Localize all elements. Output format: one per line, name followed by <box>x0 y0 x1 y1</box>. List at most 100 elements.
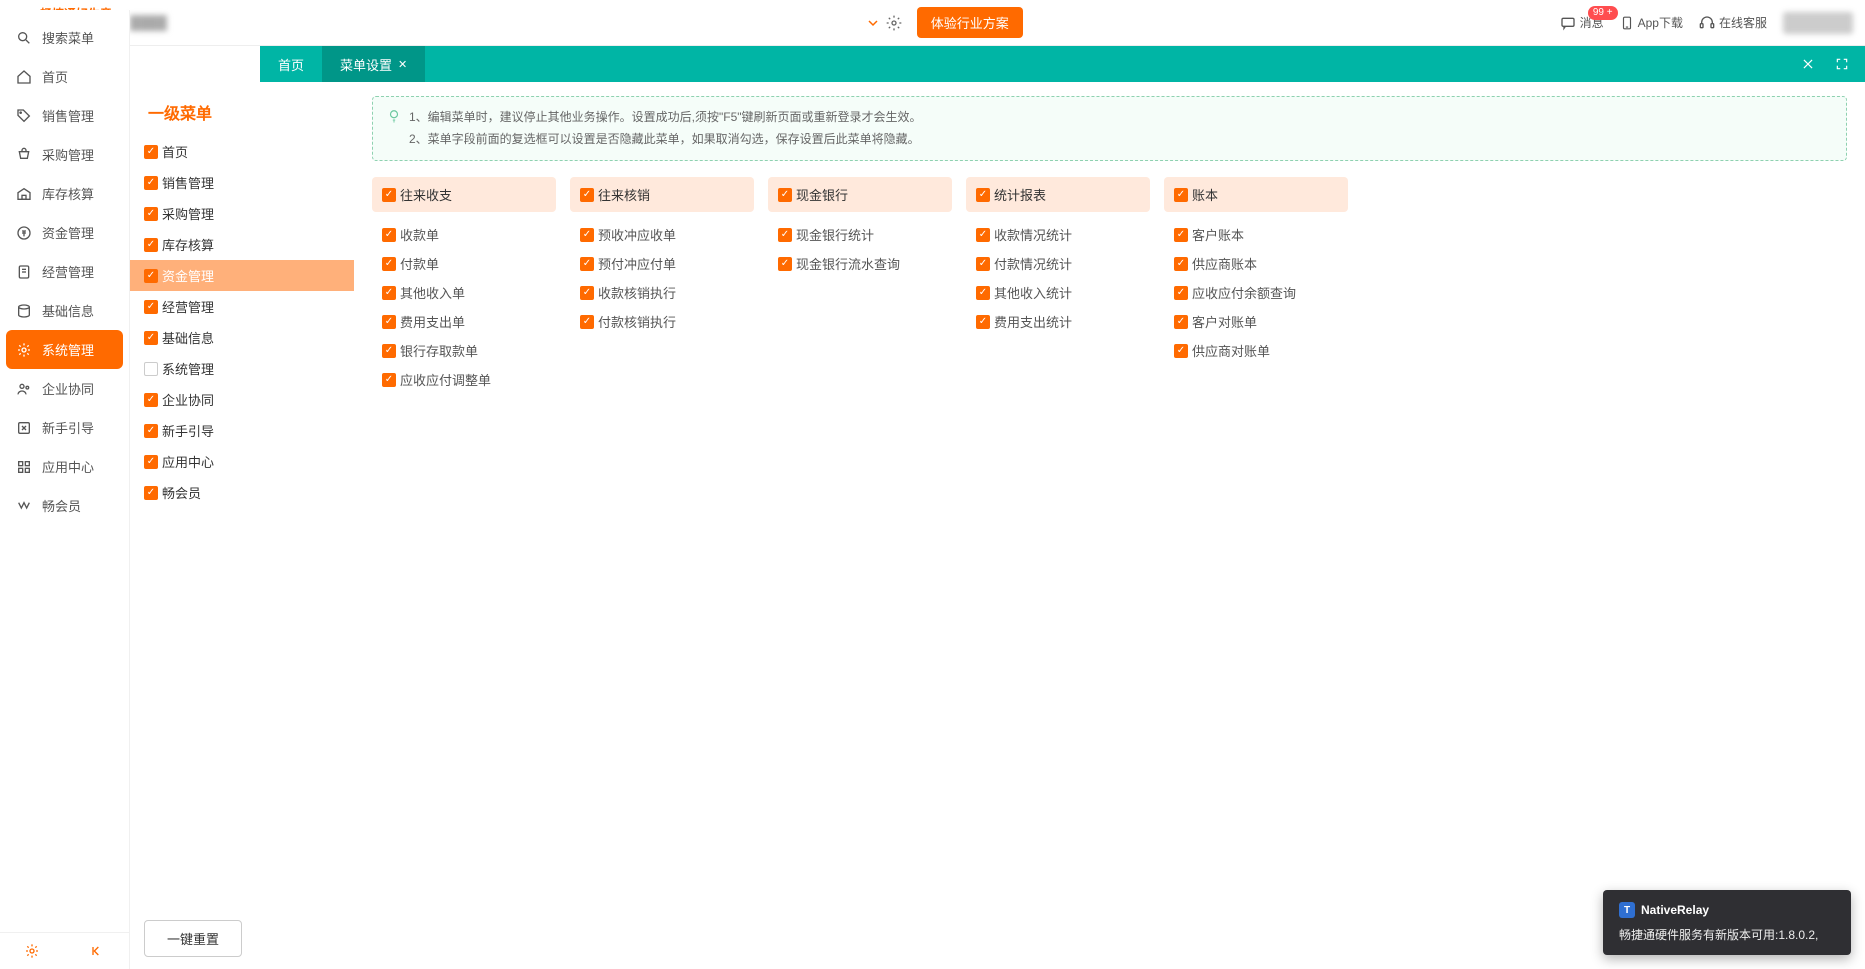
group-item[interactable]: ✓收款单 <box>376 220 552 249</box>
checkbox-icon[interactable]: ✓ <box>144 238 158 252</box>
checkbox-icon[interactable]: ✓ <box>778 228 792 242</box>
group-item[interactable]: ✓其他收入单 <box>376 278 552 307</box>
checkbox-icon[interactable]: ✓ <box>580 286 594 300</box>
checkbox-icon[interactable]: ✓ <box>580 315 594 329</box>
checkbox-icon[interactable]: ✓ <box>778 257 792 271</box>
checkbox-icon[interactable]: ✓ <box>144 486 158 500</box>
group-item[interactable]: ✓现金银行流水查询 <box>772 249 948 278</box>
group-item[interactable]: ✓现金银行统计 <box>772 220 948 249</box>
group-item[interactable]: ✓其他收入统计 <box>970 278 1146 307</box>
checkbox-icon[interactable]: ✓ <box>382 286 396 300</box>
checkbox-icon[interactable]: ✓ <box>144 362 158 376</box>
nav-collab[interactable]: 企业协同 <box>0 369 129 408</box>
group-item[interactable]: ✓收款核销执行 <box>574 278 750 307</box>
nav-member[interactable]: 畅会员 <box>0 486 129 525</box>
checkbox-icon[interactable]: ✓ <box>1174 315 1188 329</box>
user-avatar[interactable] <box>1783 12 1853 34</box>
nav-inventory[interactable]: 库存核算 <box>0 174 129 213</box>
level1-item[interactable]: ✓首页 <box>130 136 354 167</box>
level1-item[interactable]: ✓系统管理 <box>130 353 354 384</box>
nav-home[interactable]: 首页 <box>0 57 129 96</box>
checkbox-icon[interactable]: ✓ <box>382 315 396 329</box>
checkbox-icon[interactable]: ✓ <box>382 257 396 271</box>
reset-button[interactable]: 一键重置 <box>144 920 242 957</box>
group-item[interactable]: ✓客户账本 <box>1168 220 1344 249</box>
tab-home[interactable]: 首页 <box>260 46 322 82</box>
level1-item[interactable]: ✓销售管理 <box>130 167 354 198</box>
nav-guide[interactable]: 新手引导 <box>0 408 129 447</box>
chevron-down-icon[interactable] <box>867 17 879 29</box>
checkbox-icon[interactable]: ✓ <box>976 228 990 242</box>
close-all-tabs-button[interactable] <box>1795 51 1821 77</box>
group-header[interactable]: ✓统计报表 <box>966 177 1150 212</box>
checkbox-icon[interactable]: ✓ <box>976 188 990 202</box>
experience-plan-button[interactable]: 体验行业方案 <box>917 7 1023 38</box>
group-item[interactable]: ✓预收冲应收单 <box>574 220 750 249</box>
checkbox-icon[interactable]: ✓ <box>382 373 396 387</box>
group-item[interactable]: ✓应收应付余额查询 <box>1168 278 1344 307</box>
group-item[interactable]: ✓预付冲应付单 <box>574 249 750 278</box>
org-selector[interactable]: ████ <box>130 15 330 30</box>
group-header[interactable]: ✓往来核销 <box>570 177 754 212</box>
checkbox-icon[interactable]: ✓ <box>144 145 158 159</box>
app-download-button[interactable]: App下载 <box>1620 14 1683 31</box>
group-item[interactable]: ✓供应商对账单 <box>1168 336 1344 365</box>
group-item[interactable]: ✓费用支出统计 <box>970 307 1146 336</box>
checkbox-icon[interactable]: ✓ <box>778 188 792 202</box>
checkbox-icon[interactable]: ✓ <box>1174 286 1188 300</box>
level1-item[interactable]: ✓基础信息 <box>130 322 354 353</box>
checkbox-icon[interactable]: ✓ <box>1174 228 1188 242</box>
checkbox-icon[interactable]: ✓ <box>1174 257 1188 271</box>
update-toast[interactable]: T NativeRelay 畅捷通硬件服务有新版本可用:1.8.0.2, <box>1603 890 1851 955</box>
level1-item[interactable]: ✓应用中心 <box>130 446 354 477</box>
checkbox-icon[interactable]: ✓ <box>976 286 990 300</box>
group-item[interactable]: ✓付款情况统计 <box>970 249 1146 278</box>
tab-menu-settings[interactable]: 菜单设置 ✕ <box>322 46 425 82</box>
checkbox-icon[interactable]: ✓ <box>144 331 158 345</box>
checkbox-icon[interactable]: ✓ <box>144 424 158 438</box>
nav-basic-info[interactable]: 基础信息 <box>0 291 129 330</box>
level1-item[interactable]: ✓经营管理 <box>130 291 354 322</box>
checkbox-icon[interactable]: ✓ <box>1174 344 1188 358</box>
checkbox-icon[interactable]: ✓ <box>144 300 158 314</box>
level1-item[interactable]: ✓畅会员 <box>130 477 354 508</box>
group-item[interactable]: ✓供应商账本 <box>1168 249 1344 278</box>
level1-item[interactable]: ✓采购管理 <box>130 198 354 229</box>
group-item[interactable]: ✓付款核销执行 <box>574 307 750 336</box>
group-item[interactable]: ✓应收应付调整单 <box>376 365 552 394</box>
checkbox-icon[interactable]: ✓ <box>580 188 594 202</box>
checkbox-icon[interactable]: ✓ <box>580 228 594 242</box>
group-item[interactable]: ✓收款情况统计 <box>970 220 1146 249</box>
nav-sales[interactable]: 销售管理 <box>0 96 129 135</box>
settings-gear-button[interactable] <box>879 8 909 38</box>
checkbox-icon[interactable]: ✓ <box>382 188 396 202</box>
checkbox-icon[interactable]: ✓ <box>144 269 158 283</box>
level1-item[interactable]: ✓资金管理 <box>130 260 354 291</box>
checkbox-icon[interactable]: ✓ <box>976 315 990 329</box>
checkbox-icon[interactable]: ✓ <box>144 455 158 469</box>
checkbox-icon[interactable]: ✓ <box>144 393 158 407</box>
group-header[interactable]: ✓现金银行 <box>768 177 952 212</box>
level1-item[interactable]: ✓新手引导 <box>130 415 354 446</box>
footer-collapse-button[interactable] <box>65 933 130 969</box>
fullscreen-button[interactable] <box>1829 51 1855 77</box>
group-item[interactable]: ✓客户对账单 <box>1168 307 1344 336</box>
nav-app-center[interactable]: 应用中心 <box>0 447 129 486</box>
messages-button[interactable]: 消息 99 + <box>1560 14 1604 31</box>
level1-item[interactable]: ✓库存核算 <box>130 229 354 260</box>
group-item[interactable]: ✓银行存取款单 <box>376 336 552 365</box>
nav-system[interactable]: 系统管理 <box>6 330 123 369</box>
nav-purchase[interactable]: 采购管理 <box>0 135 129 174</box>
group-item[interactable]: ✓费用支出单 <box>376 307 552 336</box>
online-service-button[interactable]: 在线客服 <box>1699 14 1767 31</box>
close-icon[interactable]: ✕ <box>398 58 407 71</box>
group-header[interactable]: ✓账本 <box>1164 177 1348 212</box>
checkbox-icon[interactable]: ✓ <box>382 228 396 242</box>
level1-item[interactable]: ✓企业协同 <box>130 384 354 415</box>
group-header[interactable]: ✓往来收支 <box>372 177 556 212</box>
checkbox-icon[interactable]: ✓ <box>976 257 990 271</box>
footer-settings-button[interactable] <box>0 933 65 969</box>
group-item[interactable]: ✓付款单 <box>376 249 552 278</box>
nav-operation[interactable]: 经营管理 <box>0 252 129 291</box>
checkbox-icon[interactable]: ✓ <box>144 207 158 221</box>
